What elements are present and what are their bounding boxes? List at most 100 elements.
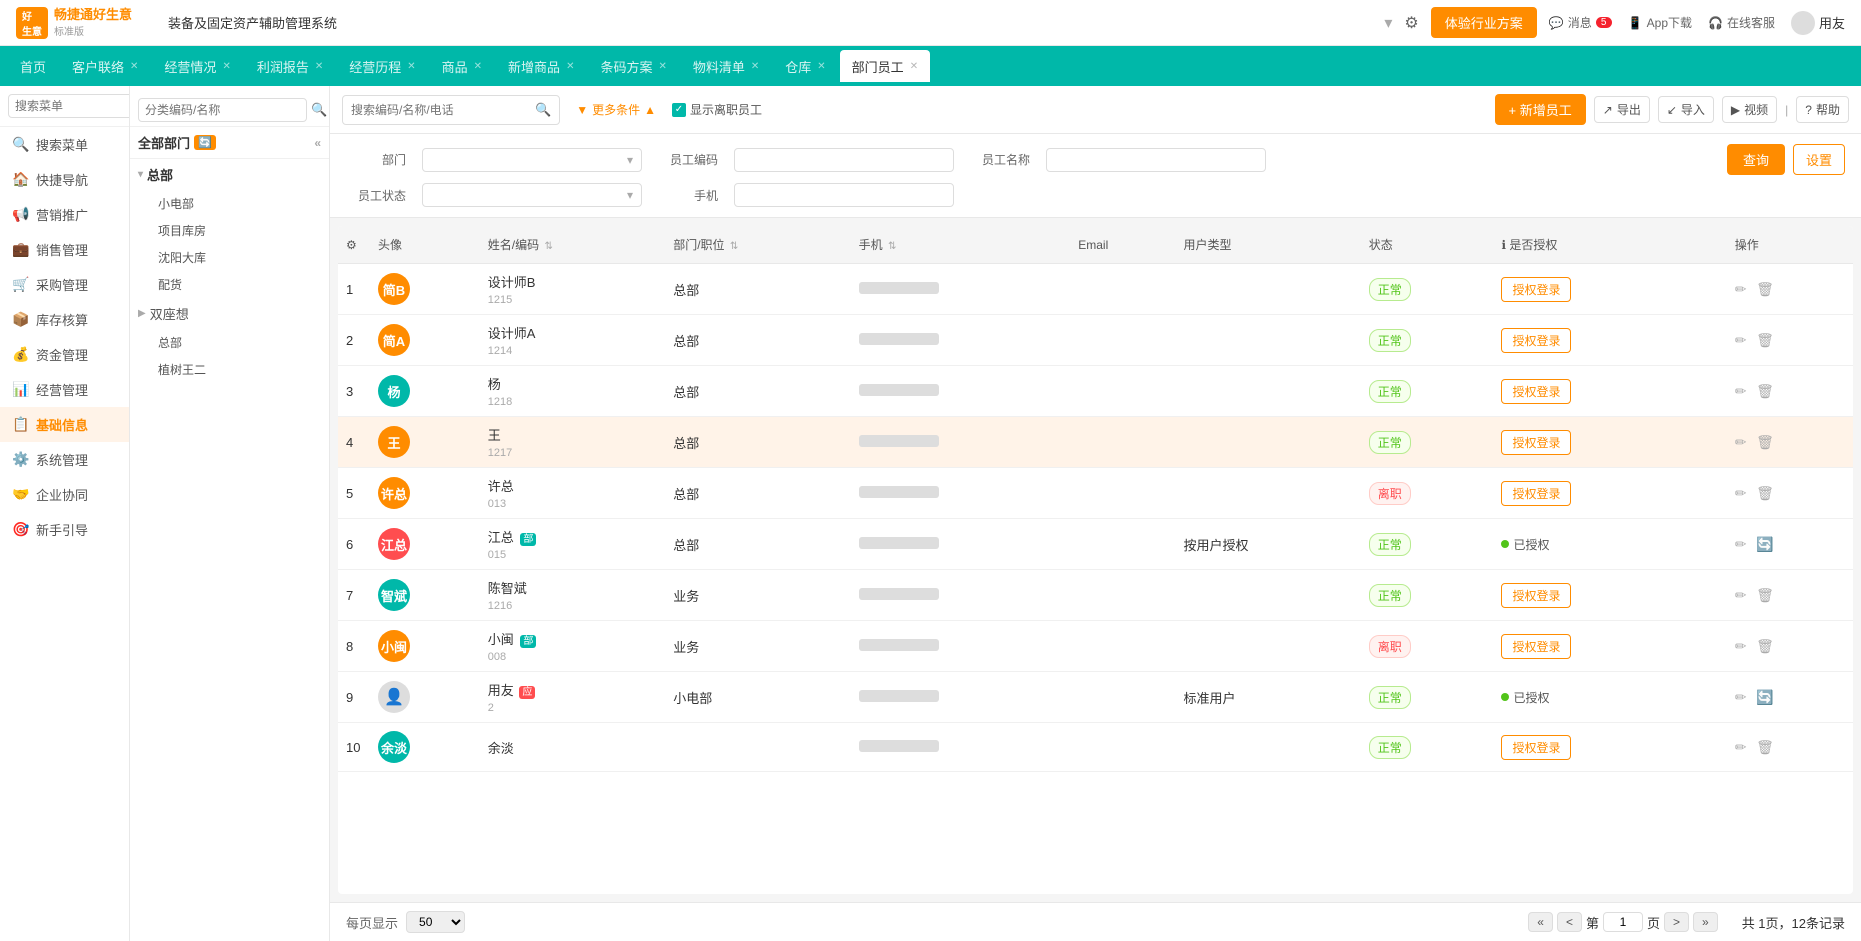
tab-home[interactable]: 首页: [8, 50, 58, 82]
auth-login-button[interactable]: 授权登录: [1501, 481, 1571, 506]
first-page-button[interactable]: «: [1528, 912, 1553, 932]
tab-add-goods[interactable]: 新增商品 ✕: [496, 50, 586, 82]
user-area[interactable]: 用友: [1791, 11, 1845, 35]
dept-sub-zongbu2[interactable]: 总部: [130, 329, 329, 356]
auth-login-button[interactable]: 授权登录: [1501, 735, 1571, 760]
sidebar-item-sales[interactable]: 💼 销售管理: [0, 232, 129, 267]
delete-icon[interactable]: 🔄: [1756, 536, 1773, 552]
show-former-toggle[interactable]: ✓ 显示离职员工: [672, 101, 762, 118]
close-icon[interactable]: ✕: [474, 61, 482, 72]
tab-journey[interactable]: 经营历程 ✕: [337, 50, 427, 82]
tab-goods[interactable]: 商品 ✕: [430, 50, 494, 82]
dropdown-icon[interactable]: ▾: [1384, 13, 1392, 33]
auth-login-button[interactable]: 授权登录: [1501, 634, 1571, 659]
collapse-button[interactable]: «: [314, 136, 321, 150]
phone-input[interactable]: [734, 183, 954, 207]
dept-sub-peihuo[interactable]: 配货: [130, 271, 329, 298]
close-icon[interactable]: ✕: [222, 61, 230, 72]
online-service-button[interactable]: 🎧 在线客服: [1708, 14, 1775, 31]
sidebar-search-input[interactable]: [8, 94, 130, 118]
add-employee-button[interactable]: + 新增员工: [1495, 94, 1586, 125]
sidebar-item-purchase[interactable]: 🛒 采购管理: [0, 267, 129, 302]
sidebar-item-inventory[interactable]: 📦 库存核算: [0, 302, 129, 337]
set-button[interactable]: 设置: [1793, 144, 1845, 175]
delete-icon[interactable]: 🗑: [1756, 485, 1774, 501]
edit-icon[interactable]: ✏: [1735, 689, 1747, 705]
app-download-button[interactable]: 📱 App下载: [1628, 14, 1692, 31]
view-button[interactable]: ▶ 视频: [1722, 96, 1777, 123]
dept-sub-shenyang[interactable]: 沈阳大库: [130, 244, 329, 271]
emp-code-input[interactable]: [734, 148, 954, 172]
import-button[interactable]: ↙ 导入: [1658, 96, 1714, 123]
edit-icon[interactable]: ✏: [1735, 587, 1747, 603]
close-icon[interactable]: ✕: [315, 61, 323, 72]
tab-warehouse[interactable]: 仓库 ✕: [773, 50, 837, 82]
dept-node-zongbu[interactable]: ▾ 总部: [130, 159, 329, 190]
prev-page-button[interactable]: <: [1557, 912, 1582, 932]
auth-login-button[interactable]: 授权登录: [1501, 328, 1571, 353]
dept-sub-xiaodian[interactable]: 小电部: [130, 190, 329, 217]
tab-employees[interactable]: 部门员工 ✕: [840, 50, 930, 82]
edit-icon[interactable]: ✏: [1735, 638, 1747, 654]
sidebar-item-collab[interactable]: 🤝 企业协同: [0, 477, 129, 512]
emp-status-select[interactable]: ▾: [422, 183, 642, 207]
close-icon[interactable]: ✕: [658, 61, 666, 72]
more-filter-button[interactable]: ▼ 更多条件 ▲: [568, 97, 664, 122]
query-button[interactable]: 查询: [1727, 144, 1785, 175]
sidebar-item-guide[interactable]: 🎯 新手引导: [0, 512, 129, 547]
dept-sub-zhishu[interactable]: 植树王二: [130, 356, 329, 383]
close-icon[interactable]: ✕: [910, 61, 918, 72]
dept-node-shuangzuo[interactable]: ▶ 双座想: [130, 298, 329, 329]
tab-profit[interactable]: 利润报告 ✕: [245, 50, 335, 82]
last-page-button[interactable]: »: [1693, 912, 1718, 932]
delete-icon[interactable]: 🗑: [1756, 281, 1774, 297]
tab-customer[interactable]: 客户联络 ✕: [60, 50, 150, 82]
close-icon[interactable]: ✕: [407, 61, 415, 72]
close-icon[interactable]: ✕: [751, 61, 759, 72]
delete-icon[interactable]: 🗑: [1756, 587, 1774, 603]
export-button[interactable]: ↗ 导出: [1594, 96, 1650, 123]
auth-login-button[interactable]: 授权登录: [1501, 379, 1571, 404]
close-icon[interactable]: ✕: [817, 61, 825, 72]
next-page-button[interactable]: >: [1664, 912, 1689, 932]
sidebar-item-finance[interactable]: 💰 资金管理: [0, 337, 129, 372]
col-settings[interactable]: ⚙: [338, 226, 370, 264]
trial-button[interactable]: 体验行业方案: [1431, 7, 1537, 38]
close-icon[interactable]: ✕: [566, 61, 574, 72]
auth-login-button[interactable]: 授权登录: [1501, 277, 1571, 302]
edit-icon[interactable]: ✏: [1735, 281, 1747, 297]
page-input[interactable]: [1603, 912, 1643, 932]
edit-icon[interactable]: ✏: [1735, 332, 1747, 348]
edit-icon[interactable]: ✏: [1735, 383, 1747, 399]
close-icon[interactable]: ✕: [130, 61, 138, 72]
sidebar-item-system[interactable]: ⚙️ 系统管理: [0, 442, 129, 477]
delete-icon[interactable]: 🔄: [1756, 689, 1773, 705]
edit-icon[interactable]: ✏: [1735, 536, 1747, 552]
delete-icon[interactable]: 🗑: [1756, 332, 1774, 348]
help-button[interactable]: ? 帮助: [1796, 96, 1849, 123]
edit-icon[interactable]: ✏: [1735, 434, 1747, 450]
edit-icon[interactable]: ✏: [1735, 739, 1747, 755]
dept-select[interactable]: ▾: [422, 148, 642, 172]
dept-sub-xiangmu[interactable]: 项目库房: [130, 217, 329, 244]
auth-login-button[interactable]: 授权登录: [1501, 583, 1571, 608]
page-size-select[interactable]: 50 20 100: [406, 911, 465, 933]
message-button[interactable]: 💬 消息 5: [1549, 14, 1612, 31]
sidebar-item-operations[interactable]: 📊 经营管理: [0, 372, 129, 407]
emp-name-input[interactable]: [1046, 148, 1266, 172]
delete-icon[interactable]: 🗑: [1756, 739, 1774, 755]
tab-business[interactable]: 经营情况 ✕: [152, 50, 242, 82]
dept-search-input[interactable]: [138, 98, 307, 122]
edit-icon[interactable]: ✏: [1735, 485, 1747, 501]
sidebar-item-search[interactable]: 🔍 搜索菜单: [0, 127, 129, 162]
sidebar-item-marketing[interactable]: 📢 营销推广: [0, 197, 129, 232]
sidebar-item-basic-info[interactable]: 📋 基础信息: [0, 407, 129, 442]
tab-barcode[interactable]: 条码方案 ✕: [588, 50, 678, 82]
delete-icon[interactable]: 🗑: [1756, 434, 1774, 450]
sidebar-item-quicknav[interactable]: 🏠 快捷导航: [0, 162, 129, 197]
auth-login-button[interactable]: 授权登录: [1501, 430, 1571, 455]
delete-icon[interactable]: 🗑: [1756, 638, 1774, 654]
delete-icon[interactable]: 🗑: [1756, 383, 1774, 399]
search-input[interactable]: [351, 103, 531, 117]
tab-bom[interactable]: 物料清单 ✕: [681, 50, 771, 82]
